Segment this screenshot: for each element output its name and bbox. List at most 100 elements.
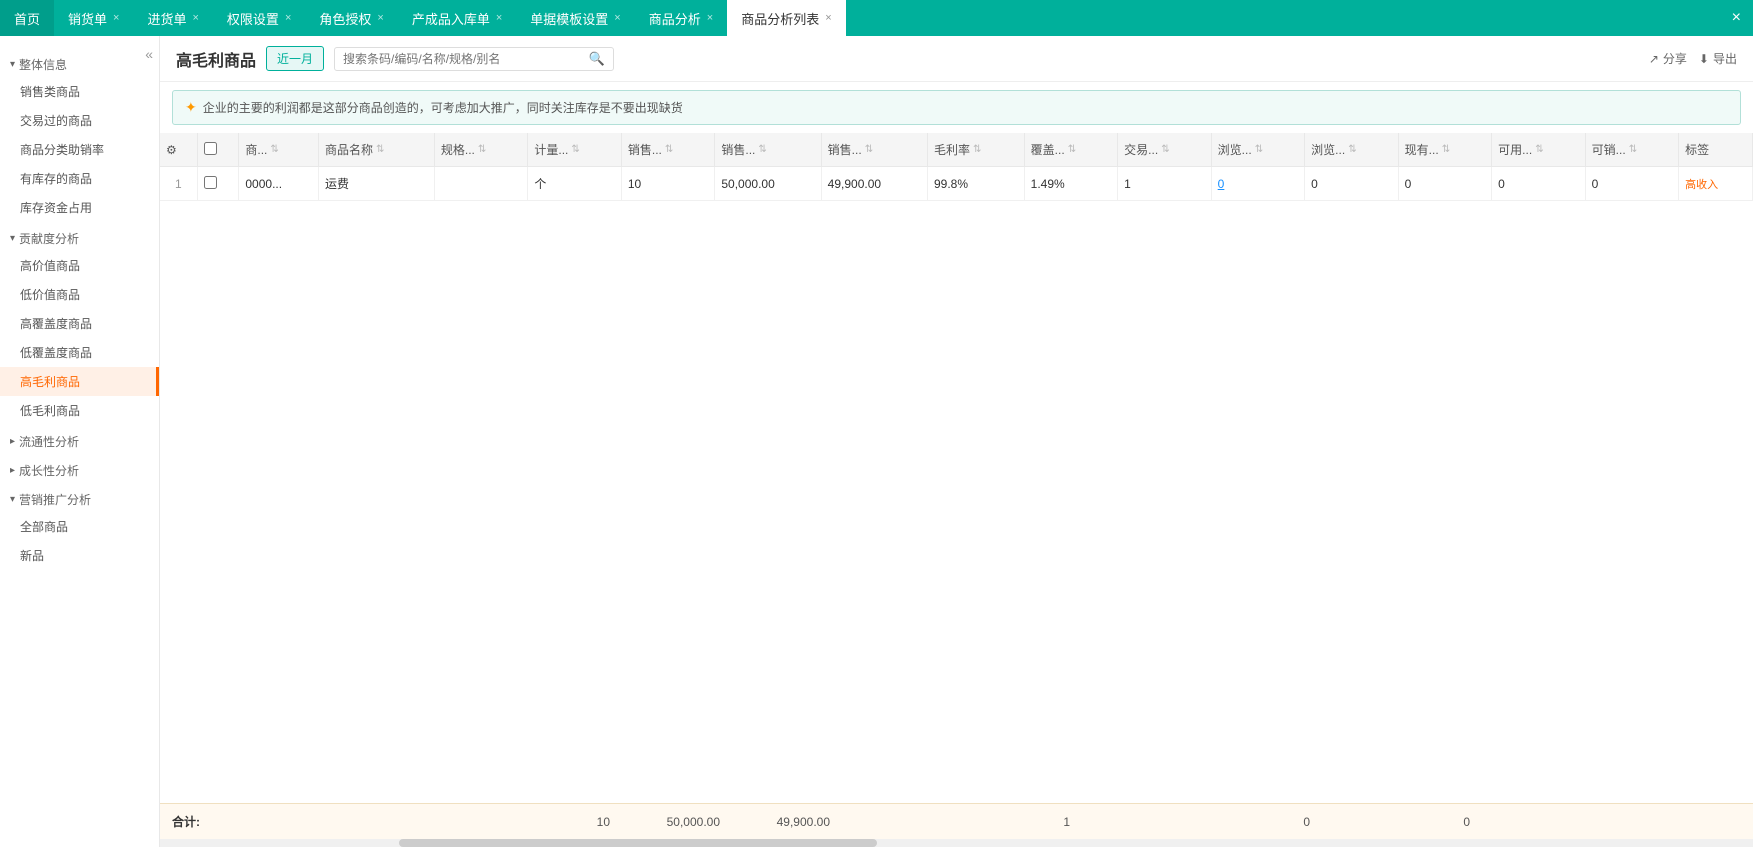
nav-close-销货单[interactable]: ×	[113, 12, 119, 24]
sort-icon-sales_cost[interactable]: ⇅	[865, 144, 873, 155]
info-banner: ✦ 企业的主要的利润都是这部分商品创造的，可考虑加大推广，同时关注库存是不要出现…	[172, 90, 1741, 125]
nav-close-单据模板设置[interactable]: ×	[614, 12, 620, 24]
search-input[interactable]	[343, 52, 589, 66]
col-header-coverage[interactable]: 覆盖...⇅	[1024, 133, 1118, 167]
nav-item-首页[interactable]: 首页	[0, 0, 54, 36]
nav-close-商品分析列表[interactable]: ×	[825, 12, 831, 24]
chevron-icon: ▾	[10, 494, 15, 505]
data-table: ⚙商...⇅商品名称⇅规格...⇅计量...⇅销售...⇅销售...⇅销售...…	[160, 133, 1753, 201]
sort-icon-coverage[interactable]: ⇅	[1068, 144, 1076, 155]
sidebar-group-营销推广分析: ▾营销推广分析全部商品新品	[0, 483, 159, 570]
col-header-sales_amount[interactable]: 销售...⇅	[715, 133, 821, 167]
cell-transaction: 1	[1118, 167, 1212, 201]
footer-transaction: 1	[1000, 815, 1080, 829]
col-header-view2[interactable]: 浏览...⇅	[1305, 133, 1399, 167]
sort-icon-stock_current[interactable]: ⇅	[1442, 144, 1450, 155]
sidebar-item-销售类商品[interactable]: 销售类商品	[0, 77, 159, 106]
cell-view1[interactable]: 0	[1211, 167, 1305, 201]
sort-icon-code[interactable]: ⇅	[270, 144, 278, 155]
sidebar-item-商品分类助销率[interactable]: 商品分类助销率	[0, 135, 159, 164]
col-header-sales_cost[interactable]: 销售...⇅	[821, 133, 927, 167]
col-header-stock_current[interactable]: 现有...⇅	[1398, 133, 1492, 167]
global-close-btn[interactable]: ×	[1732, 9, 1741, 27]
share-btn[interactable]: ↗ 分享	[1649, 50, 1687, 67]
cell-sales_cost: 49,900.00	[821, 167, 927, 201]
sidebar-item-全部商品[interactable]: 全部商品	[0, 512, 159, 541]
sort-icon-name[interactable]: ⇅	[376, 144, 384, 155]
sidebar-group-title-流通性分析[interactable]: ▸流通性分析	[0, 425, 159, 454]
nav-item-权限设置[interactable]: 权限设置×	[213, 0, 305, 36]
nav-close-角色授权[interactable]: ×	[377, 12, 383, 24]
sort-icon-stock_available[interactable]: ⇅	[1535, 144, 1543, 155]
sidebar-item-有库存的商品[interactable]: 有库存的商品	[0, 164, 159, 193]
search-icon[interactable]: 🔍	[589, 51, 605, 67]
col-header-name[interactable]: 商品名称⇅	[318, 133, 434, 167]
cell-sales_qty: 10	[621, 167, 715, 201]
col-header-view1[interactable]: 浏览...⇅	[1211, 133, 1305, 167]
sidebar-item-高毛利商品[interactable]: 高毛利商品	[0, 367, 159, 396]
sidebar-group-title-贡献度分析[interactable]: ▾贡献度分析	[0, 222, 159, 251]
sort-icon-stock_saleable[interactable]: ⇅	[1629, 144, 1637, 155]
col-header-stock_available[interactable]: 可用...⇅	[1492, 133, 1586, 167]
col-header-settings: ⚙	[160, 133, 197, 167]
footer-row: 合计: 10 50,000.00 49,900.00 1 0 0	[160, 803, 1753, 839]
sidebar-group-title-营销推广分析[interactable]: ▾营销推广分析	[0, 483, 159, 512]
sidebar-item-交易过的商品[interactable]: 交易过的商品	[0, 106, 159, 135]
sort-icon-gross_margin[interactable]: ⇅	[973, 144, 981, 155]
sort-icon-sales_amount[interactable]: ⇅	[758, 144, 766, 155]
col-header-stock_saleable[interactable]: 可销...⇅	[1585, 133, 1679, 167]
col-header-tag: 标签	[1679, 133, 1753, 167]
sort-icon-unit[interactable]: ⇅	[571, 144, 579, 155]
col-header-sales_qty[interactable]: 销售...⇅	[621, 133, 715, 167]
nav-close-进货单[interactable]: ×	[192, 12, 198, 24]
scrollbar[interactable]	[160, 839, 1753, 847]
nav-close-权限设置[interactable]: ×	[285, 12, 291, 24]
col-header-transaction[interactable]: 交易...⇅	[1118, 133, 1212, 167]
top-nav: 首页销货单×进货单×权限设置×角色授权×产成品入库单×单据模板设置×商品分析×商…	[0, 0, 1753, 36]
sidebar-item-新品[interactable]: 新品	[0, 541, 159, 570]
sort-icon-view1[interactable]: ⇅	[1255, 144, 1263, 155]
content-area: 高毛利商品 近一月 🔍 ↗ 分享 ⬇ 导出 ✦ 企业的主要的利润都是这部分商品创…	[160, 36, 1753, 847]
sidebar-group-title-成长性分析[interactable]: ▸成长性分析	[0, 454, 159, 483]
nav-item-角色授权[interactable]: 角色授权×	[305, 0, 397, 36]
col-header-unit[interactable]: 计量...⇅	[528, 133, 622, 167]
sort-icon-spec[interactable]: ⇅	[478, 144, 486, 155]
row-checkbox[interactable]	[204, 176, 217, 189]
filter-recent-month-btn[interactable]: 近一月	[266, 46, 324, 71]
sidebar-item-低毛利商品[interactable]: 低毛利商品	[0, 396, 159, 425]
sidebar-item-库存资金占用[interactable]: 库存资金占用	[0, 193, 159, 222]
nav-item-单据模板设置[interactable]: 单据模板设置×	[516, 0, 634, 36]
col-header-code[interactable]: 商...⇅	[239, 133, 319, 167]
nav-item-销货单[interactable]: 销货单×	[54, 0, 133, 36]
chevron-icon: ▾	[10, 59, 15, 70]
sidebar: « ▾整体信息销售类商品交易过的商品商品分类助销率有库存的商品库存资金占用▾贡献…	[0, 36, 160, 847]
nav-item-商品分析列表[interactable]: 商品分析列表×	[727, 0, 845, 36]
footer-stock-saleable: 0	[1400, 815, 1480, 829]
sidebar-item-低覆盖度商品[interactable]: 低覆盖度商品	[0, 338, 159, 367]
chevron-icon: ▸	[10, 465, 15, 476]
nav-item-进货单[interactable]: 进货单×	[133, 0, 212, 36]
select-all-checkbox[interactable]	[204, 142, 217, 155]
sidebar-collapse-btn[interactable]: «	[145, 46, 153, 62]
col-header-spec[interactable]: 规格...⇅	[434, 133, 528, 167]
nav-item-商品分析[interactable]: 商品分析×	[635, 0, 727, 36]
sort-icon-transaction[interactable]: ⇅	[1161, 144, 1169, 155]
chevron-icon: ▾	[10, 233, 15, 244]
nav-item-产成品入库单[interactable]: 产成品入库单×	[398, 0, 516, 36]
page-title: 高毛利商品	[176, 47, 256, 71]
sidebar-group-title-整体信息[interactable]: ▾整体信息	[0, 48, 159, 77]
sidebar-item-高价值商品[interactable]: 高价值商品	[0, 251, 159, 280]
sort-icon-view2[interactable]: ⇅	[1348, 144, 1356, 155]
nav-close-商品分析[interactable]: ×	[707, 12, 713, 24]
col-header-gross_margin[interactable]: 毛利率⇅	[927, 133, 1024, 167]
sidebar-group-成长性分析: ▸成长性分析	[0, 454, 159, 483]
sidebar-group-流通性分析: ▸流通性分析	[0, 425, 159, 454]
export-btn[interactable]: ⬇ 导出	[1699, 50, 1737, 67]
cell-checkbox[interactable]	[197, 167, 239, 201]
sidebar-item-低价值商品[interactable]: 低价值商品	[0, 280, 159, 309]
settings-icon[interactable]: ⚙	[166, 143, 177, 157]
sort-icon-sales_qty[interactable]: ⇅	[665, 144, 673, 155]
sidebar-item-高覆盖度商品[interactable]: 高覆盖度商品	[0, 309, 159, 338]
cell-sales_amount: 50,000.00	[715, 167, 821, 201]
nav-close-产成品入库单[interactable]: ×	[496, 12, 502, 24]
